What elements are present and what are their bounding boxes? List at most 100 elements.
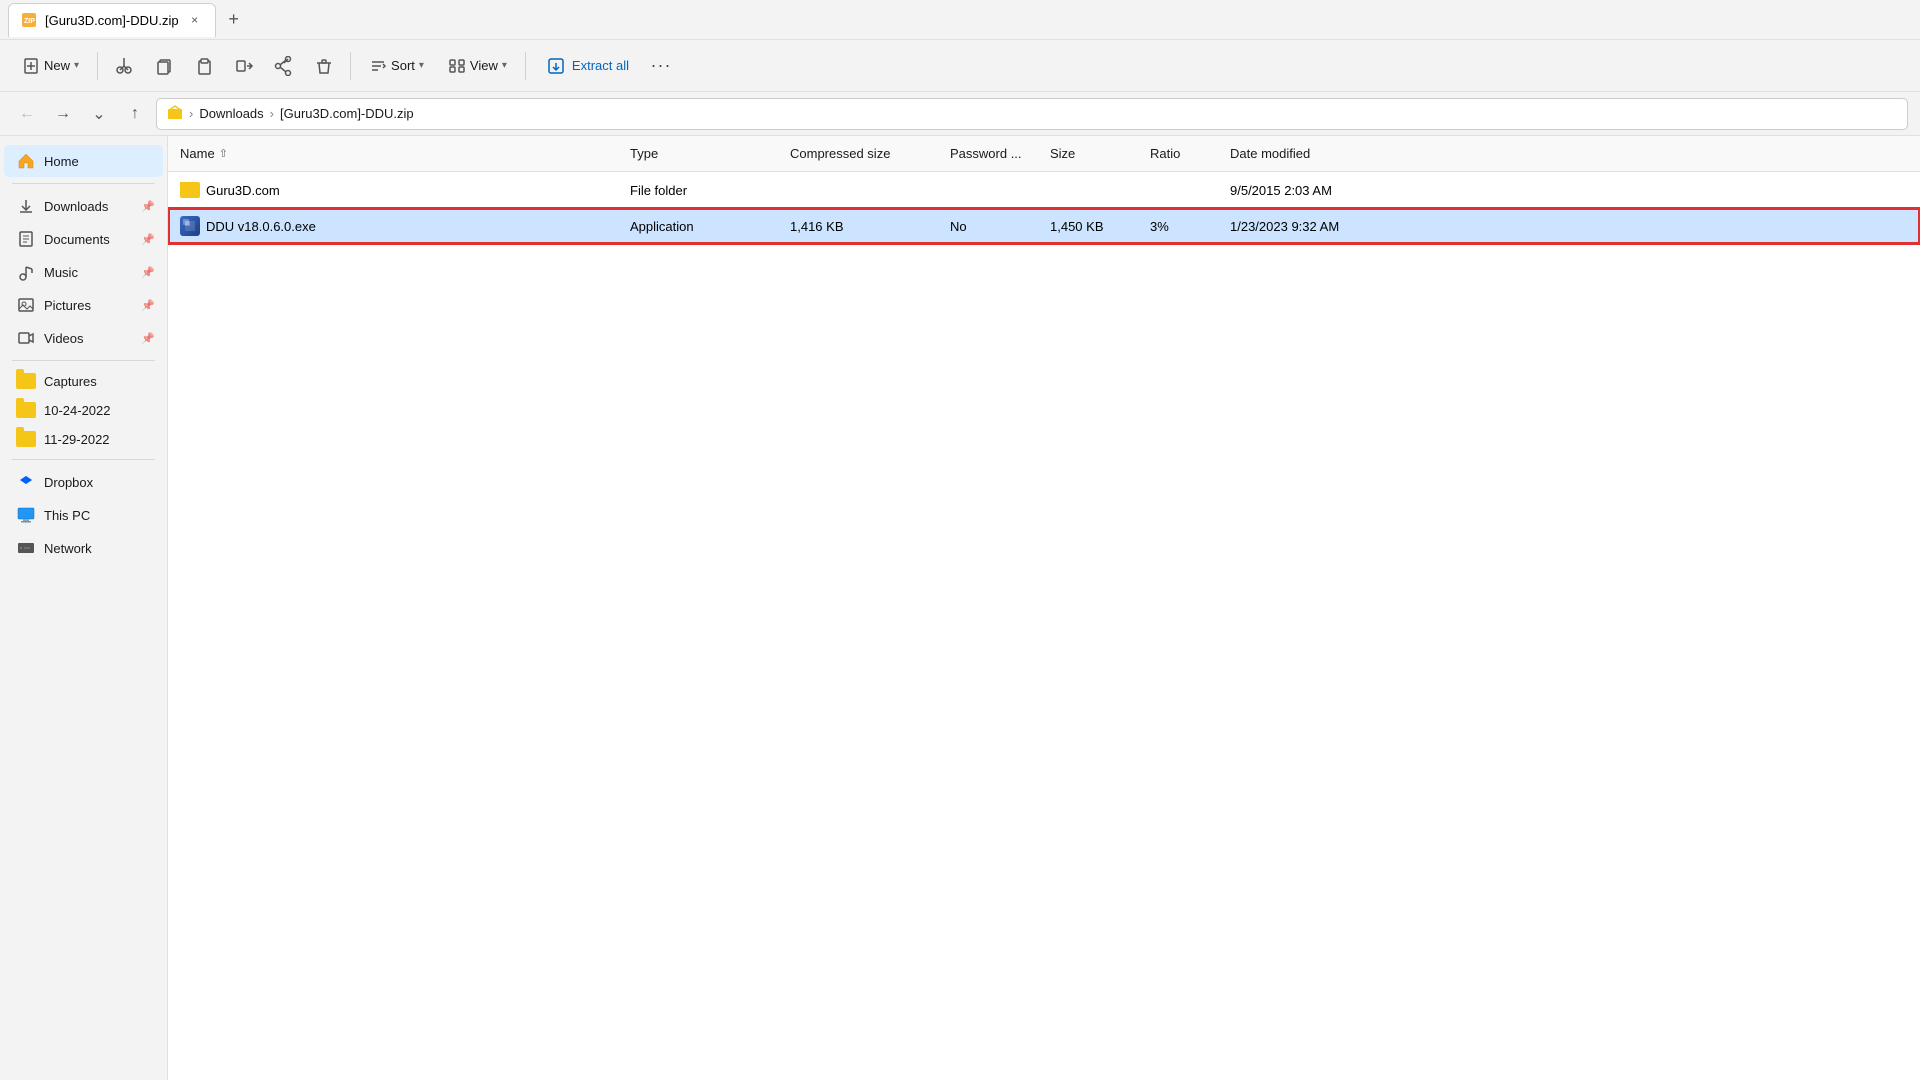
pin-icon-music: 📌 bbox=[141, 266, 155, 279]
sidebar-label-documents: Documents bbox=[44, 232, 110, 247]
cell-ratio-ddu: 3% bbox=[1142, 219, 1222, 234]
col-header-name[interactable]: Name ⇧ bbox=[172, 136, 622, 171]
sidebar-item-captures[interactable]: Captures bbox=[4, 367, 163, 395]
view-chevron: ▾ bbox=[502, 60, 507, 71]
extract-all-button[interactable]: Extract all bbox=[534, 50, 641, 82]
sort-chevron: ▾ bbox=[419, 60, 424, 71]
folder-icon-11-29 bbox=[16, 431, 36, 447]
col-header-ratio[interactable]: Ratio bbox=[1142, 136, 1222, 171]
sidebar-divider-2 bbox=[12, 360, 155, 361]
delete-button[interactable] bbox=[306, 50, 342, 82]
dropbox-icon bbox=[16, 472, 36, 492]
sidebar-divider-1 bbox=[12, 183, 155, 184]
extract-icon bbox=[546, 56, 566, 76]
tab[interactable]: ZIP [Guru3D.com]-DDU.zip × bbox=[8, 3, 216, 37]
network-icon bbox=[16, 538, 36, 558]
sort-icon bbox=[369, 57, 387, 75]
back-button[interactable]: ← bbox=[12, 99, 42, 129]
pictures-icon bbox=[16, 295, 36, 315]
sidebar-item-music[interactable]: Music 📌 bbox=[4, 256, 163, 288]
cell-password-ddu: No bbox=[942, 219, 1042, 234]
file-date-ddu: 1/23/2023 9:32 AM bbox=[1230, 219, 1339, 234]
cut-button[interactable] bbox=[106, 50, 142, 82]
new-label: New bbox=[44, 58, 70, 73]
music-icon bbox=[16, 262, 36, 282]
share-icon bbox=[274, 56, 294, 76]
extract-label: Extract all bbox=[572, 58, 629, 73]
sort-arrow-name: ⇧ bbox=[219, 147, 228, 160]
table-row[interactable]: Guru3D.com File folder 9/5/2 bbox=[168, 172, 1920, 208]
sort-label: Sort bbox=[391, 58, 415, 73]
cell-name-guru3d: Guru3D.com bbox=[172, 182, 622, 198]
file-date-guru3d: 9/5/2015 2:03 AM bbox=[1230, 183, 1332, 198]
breadcrumb-zipfile[interactable]: [Guru3D.com]-DDU.zip bbox=[280, 106, 414, 121]
sidebar-item-home[interactable]: Home bbox=[4, 145, 163, 177]
breadcrumb-sep-1: › bbox=[189, 106, 193, 121]
documents-icon bbox=[16, 229, 36, 249]
paste-icon bbox=[194, 56, 214, 76]
file-type-guru3d: File folder bbox=[630, 183, 687, 198]
new-icon bbox=[22, 57, 40, 75]
toolbar: New ▾ bbox=[0, 40, 1920, 92]
sidebar-item-downloads[interactable]: Downloads 📌 bbox=[4, 190, 163, 222]
sidebar-item-dropbox[interactable]: Dropbox bbox=[4, 466, 163, 498]
file-content: Name ⇧ Type Compressed size Password ...… bbox=[168, 136, 1920, 1080]
tab-close-button[interactable]: × bbox=[187, 12, 203, 28]
sidebar-label-10-24-2022: 10-24-2022 bbox=[44, 403, 111, 418]
home-icon bbox=[16, 151, 36, 171]
sidebar-label-pictures: Pictures bbox=[44, 298, 91, 313]
pin-icon-videos: 📌 bbox=[141, 332, 155, 345]
col-header-type[interactable]: Type bbox=[622, 136, 782, 171]
col-header-compressed-size[interactable]: Compressed size bbox=[782, 136, 942, 171]
sidebar-item-11-29-2022[interactable]: 11-29-2022 bbox=[4, 425, 163, 453]
cell-date-ddu: 1/23/2023 9:32 AM bbox=[1222, 219, 1422, 234]
column-headers: Name ⇧ Type Compressed size Password ...… bbox=[168, 136, 1920, 172]
forward-button[interactable]: → bbox=[48, 99, 78, 129]
col-header-size[interactable]: Size bbox=[1042, 136, 1142, 171]
view-label: View bbox=[470, 58, 498, 73]
tab-add-button[interactable]: + bbox=[220, 6, 248, 34]
sidebar-item-pictures[interactable]: Pictures 📌 bbox=[4, 289, 163, 321]
main-area: Home Downloads 📌 bbox=[0, 136, 1920, 1080]
sidebar-label-videos: Videos bbox=[44, 331, 84, 346]
sidebar-label-dropbox: Dropbox bbox=[44, 475, 93, 490]
more-button[interactable]: ··· bbox=[645, 50, 677, 82]
folder-icon-guru3d bbox=[180, 182, 200, 198]
file-type-ddu: Application bbox=[630, 219, 694, 234]
view-button[interactable]: View ▾ bbox=[438, 51, 517, 81]
col-date-label: Date modified bbox=[1230, 146, 1310, 161]
sort-button[interactable]: Sort ▾ bbox=[359, 51, 434, 81]
breadcrumb-downloads[interactable]: Downloads bbox=[199, 106, 263, 121]
svg-text:ZIP: ZIP bbox=[24, 18, 35, 25]
sidebar-label-11-29-2022: 11-29-2022 bbox=[44, 432, 110, 447]
breadcrumb[interactable]: › Downloads › [Guru3D.com]-DDU.zip bbox=[156, 98, 1908, 130]
title-bar: ZIP [Guru3D.com]-DDU.zip × + bbox=[0, 0, 1920, 40]
up-button[interactable]: ↑ bbox=[120, 99, 150, 129]
sidebar-item-this-pc[interactable]: This PC bbox=[4, 499, 163, 531]
cut-icon bbox=[114, 56, 134, 76]
sidebar-item-documents[interactable]: Documents 📌 bbox=[4, 223, 163, 255]
view-icon bbox=[448, 57, 466, 75]
recent-button[interactable]: ⌄ bbox=[84, 99, 114, 129]
sidebar-item-10-24-2022[interactable]: 10-24-2022 bbox=[4, 396, 163, 424]
sidebar-divider-3 bbox=[12, 459, 155, 460]
copy-button[interactable] bbox=[146, 50, 182, 82]
sidebar-item-network[interactable]: Network bbox=[4, 532, 163, 564]
move-button[interactable] bbox=[226, 50, 262, 82]
new-button[interactable]: New ▾ bbox=[12, 51, 89, 81]
delete-icon bbox=[314, 56, 334, 76]
col-header-password[interactable]: Password ... bbox=[942, 136, 1042, 171]
file-name-guru3d: Guru3D.com bbox=[206, 183, 280, 198]
pin-icon-pictures: 📌 bbox=[141, 299, 155, 312]
share-button[interactable] bbox=[266, 50, 302, 82]
paste-button[interactable] bbox=[186, 50, 222, 82]
folder-icon-10-24 bbox=[16, 402, 36, 418]
sidebar-item-videos[interactable]: Videos 📌 bbox=[4, 322, 163, 354]
cell-compressed-ddu: 1,416 KB bbox=[782, 219, 942, 234]
separator-3 bbox=[525, 52, 526, 80]
col-header-date-modified[interactable]: Date modified bbox=[1222, 136, 1422, 171]
table-row[interactable]: DDU v18.0.6.0.exe Application 1,416 KB N… bbox=[168, 208, 1920, 244]
zip-icon: ZIP bbox=[21, 12, 37, 28]
sidebar: Home Downloads 📌 bbox=[0, 136, 168, 1080]
tab-title: [Guru3D.com]-DDU.zip bbox=[45, 13, 179, 28]
